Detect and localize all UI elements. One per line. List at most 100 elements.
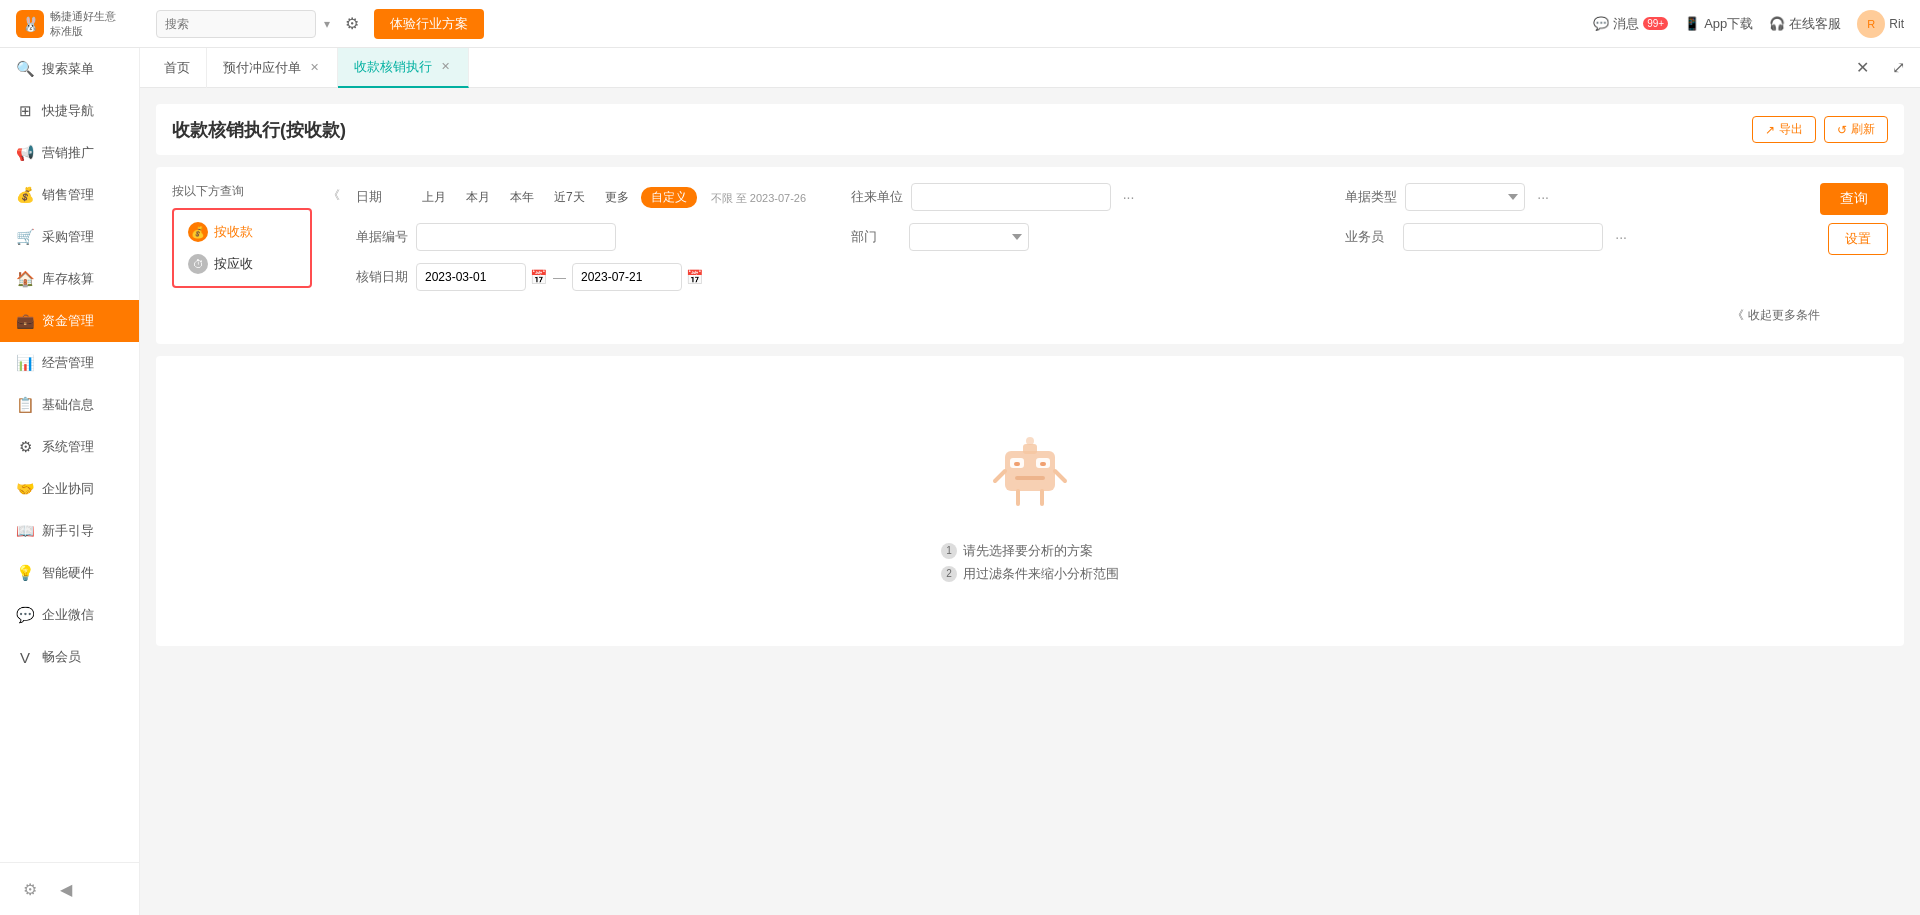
marketing-icon: 📢 (16, 144, 34, 162)
filter-panel: 按以下方查询 💰 按收款 ⏱ 按应收 《 (156, 167, 1904, 344)
date-hint: 不限 至 2023-07-26 (711, 189, 806, 206)
filter-row-2: 单据编号 部门 业务员 (356, 223, 1820, 251)
tab-receipt[interactable]: 收款核销执行 ✕ (338, 48, 469, 88)
tab-home[interactable]: 首页 (148, 48, 207, 88)
counterparty-more-icon[interactable]: ··· (1119, 189, 1139, 205)
sidebar-item-member[interactable]: V 畅会员 (0, 636, 139, 678)
salesperson-more-icon[interactable]: ··· (1611, 229, 1631, 245)
hardware-label: 智能硬件 (42, 564, 94, 582)
dept-select[interactable] (909, 223, 1029, 251)
chevron-down-icon[interactable]: ▾ (324, 17, 330, 31)
collapse-more-btn[interactable]: 《 收起更多条件 (356, 303, 1820, 328)
svg-point-7 (1026, 437, 1034, 445)
svg-rect-0 (1005, 451, 1055, 491)
prev-month-btn[interactable]: 上月 (414, 187, 454, 208)
sidebar-item-hardware[interactable]: 💡 智能硬件 (0, 552, 139, 594)
close-tab-icon[interactable]: ✕ (1848, 54, 1876, 82)
svg-rect-3 (1014, 462, 1020, 466)
settings-bottom-icon[interactable]: ⚙ (16, 875, 44, 903)
filter-options-box: 💰 按收款 ⏱ 按应收 (172, 208, 312, 288)
export-button[interactable]: ↗ 导出 (1752, 116, 1816, 143)
sidebar-item-system[interactable]: ⚙ 系统管理 (0, 426, 139, 468)
dept-field: 部门 (851, 223, 1326, 251)
date-field: 日期 上月 本月 本年 近7天 更多 自定义 (356, 187, 831, 208)
tab-receipt-close[interactable]: ✕ (438, 60, 452, 74)
verify-date-start-input[interactable] (416, 263, 526, 291)
sidebar-item-marketing[interactable]: 📢 营销推广 (0, 132, 139, 174)
filter-option-by-receipt[interactable]: 💰 按收款 (180, 216, 304, 248)
message-button[interactable]: 💬 消息 99+ (1593, 15, 1668, 33)
sidebar-item-enterprise[interactable]: 🤝 企业协同 (0, 468, 139, 510)
collapse-sidebar-button[interactable]: ◀ (52, 875, 80, 903)
sidebar-item-wechat[interactable]: 💬 企业微信 (0, 594, 139, 636)
refresh-button[interactable]: ↺ 刷新 (1824, 116, 1888, 143)
quick-nav-label: 快捷导航 (42, 102, 94, 120)
industry-button[interactable]: 体验行业方案 (374, 9, 484, 39)
query-button[interactable]: 查询 (1820, 183, 1888, 215)
gear-icon[interactable]: ⚙ (338, 10, 366, 38)
online-service-button[interactable]: 🎧 在线客服 (1769, 15, 1841, 33)
app-download-button[interactable]: 📱 App下载 (1684, 15, 1753, 33)
collapse-filter-button[interactable]: 《 (324, 183, 344, 328)
sidebar-bottom: ⚙ ◀ (0, 862, 139, 915)
sales-icon: 💰 (16, 186, 34, 204)
sidebar-item-guide[interactable]: 📖 新手引导 (0, 510, 139, 552)
sidebar-item-quick-nav[interactable]: ⊞ 快捷导航 (0, 90, 139, 132)
maximize-icon[interactable]: ⤢ (1884, 54, 1912, 82)
more-date-btn[interactable]: 更多 (597, 187, 637, 208)
salesperson-input[interactable] (1403, 223, 1603, 251)
guide-icon: 📖 (16, 522, 34, 540)
bill-type-field: 单据类型 ··· (1345, 183, 1820, 211)
search-menu-label: 搜索菜单 (42, 60, 94, 78)
sidebar-item-sales[interactable]: 💰 销售管理 (0, 174, 139, 216)
sidebar-item-operation[interactable]: 📊 经营管理 (0, 342, 139, 384)
custom-date-btn[interactable]: 自定义 (641, 187, 697, 208)
marketing-label: 营销推广 (42, 144, 94, 162)
user-area[interactable]: R Rit (1857, 10, 1904, 38)
logo-icon: 🐰 (16, 10, 44, 38)
operation-label: 经营管理 (42, 354, 94, 372)
sidebar-item-search-menu[interactable]: 🔍 搜索菜单 (0, 48, 139, 90)
filter-option-by-receivable[interactable]: ⏱ 按应收 (180, 248, 304, 280)
tab-prepay[interactable]: 预付冲应付单 ✕ (207, 48, 338, 88)
search-input[interactable] (156, 10, 316, 38)
receivable-option-icon: ⏱ (188, 254, 208, 274)
curr-month-btn[interactable]: 本月 (458, 187, 498, 208)
tab-bar-actions: ✕ ⤢ (1848, 54, 1912, 82)
export-icon: ↗ (1765, 123, 1775, 137)
dept-label: 部门 (851, 228, 901, 246)
member-icon: V (16, 649, 34, 666)
setting-button[interactable]: 设置 (1828, 223, 1888, 255)
date-options-group: 上月 本月 本年 近7天 更多 自定义 (414, 187, 697, 208)
curr-year-btn[interactable]: 本年 (502, 187, 542, 208)
user-name: Rit (1889, 17, 1904, 31)
bill-no-input[interactable] (416, 223, 616, 251)
sidebar-item-basic-info[interactable]: 📋 基础信息 (0, 384, 139, 426)
svg-rect-6 (1023, 444, 1037, 454)
calendar-start-icon[interactable]: 📅 (530, 269, 547, 285)
svg-line-9 (1055, 471, 1065, 481)
sidebar-item-purchase[interactable]: 🛒 采购管理 (0, 216, 139, 258)
tab-prepay-close[interactable]: ✕ (307, 61, 321, 75)
basic-info-icon: 📋 (16, 396, 34, 414)
inventory-label: 库存核算 (42, 270, 94, 288)
bill-type-label: 单据类型 (1345, 188, 1397, 206)
refresh-icon: ↺ (1837, 123, 1847, 137)
calendar-end-icon[interactable]: 📅 (686, 269, 703, 285)
member-label: 畅会员 (42, 648, 81, 666)
svg-rect-5 (1015, 476, 1045, 480)
tab-bar: 首页 预付冲应付单 ✕ 收款核销执行 ✕ ✕ ⤢ (140, 48, 1920, 88)
filter-row-1: 日期 上月 本月 本年 近7天 更多 自定义 (356, 183, 1820, 211)
bill-type-more-icon[interactable]: ··· (1533, 189, 1553, 205)
finance-label: 资金管理 (42, 312, 94, 330)
empty-tips: 1 请先选择要分析的方案 2 用过滤条件来缩小分析范围 (941, 539, 1119, 586)
sidebar-item-inventory[interactable]: 🏠 库存核算 (0, 258, 139, 300)
logo-area: 🐰 畅捷通好生意 标准版 (16, 9, 156, 38)
bill-type-select[interactable] (1405, 183, 1525, 211)
filter-type-selector: 按以下方查询 💰 按收款 ⏱ 按应收 (172, 183, 312, 328)
quick-nav-icon: ⊞ (16, 102, 34, 120)
counterparty-input[interactable] (911, 183, 1111, 211)
verify-date-end-input[interactable] (572, 263, 682, 291)
sidebar-item-finance[interactable]: 💼 资金管理 (0, 300, 139, 342)
last-7days-btn[interactable]: 近7天 (546, 187, 593, 208)
